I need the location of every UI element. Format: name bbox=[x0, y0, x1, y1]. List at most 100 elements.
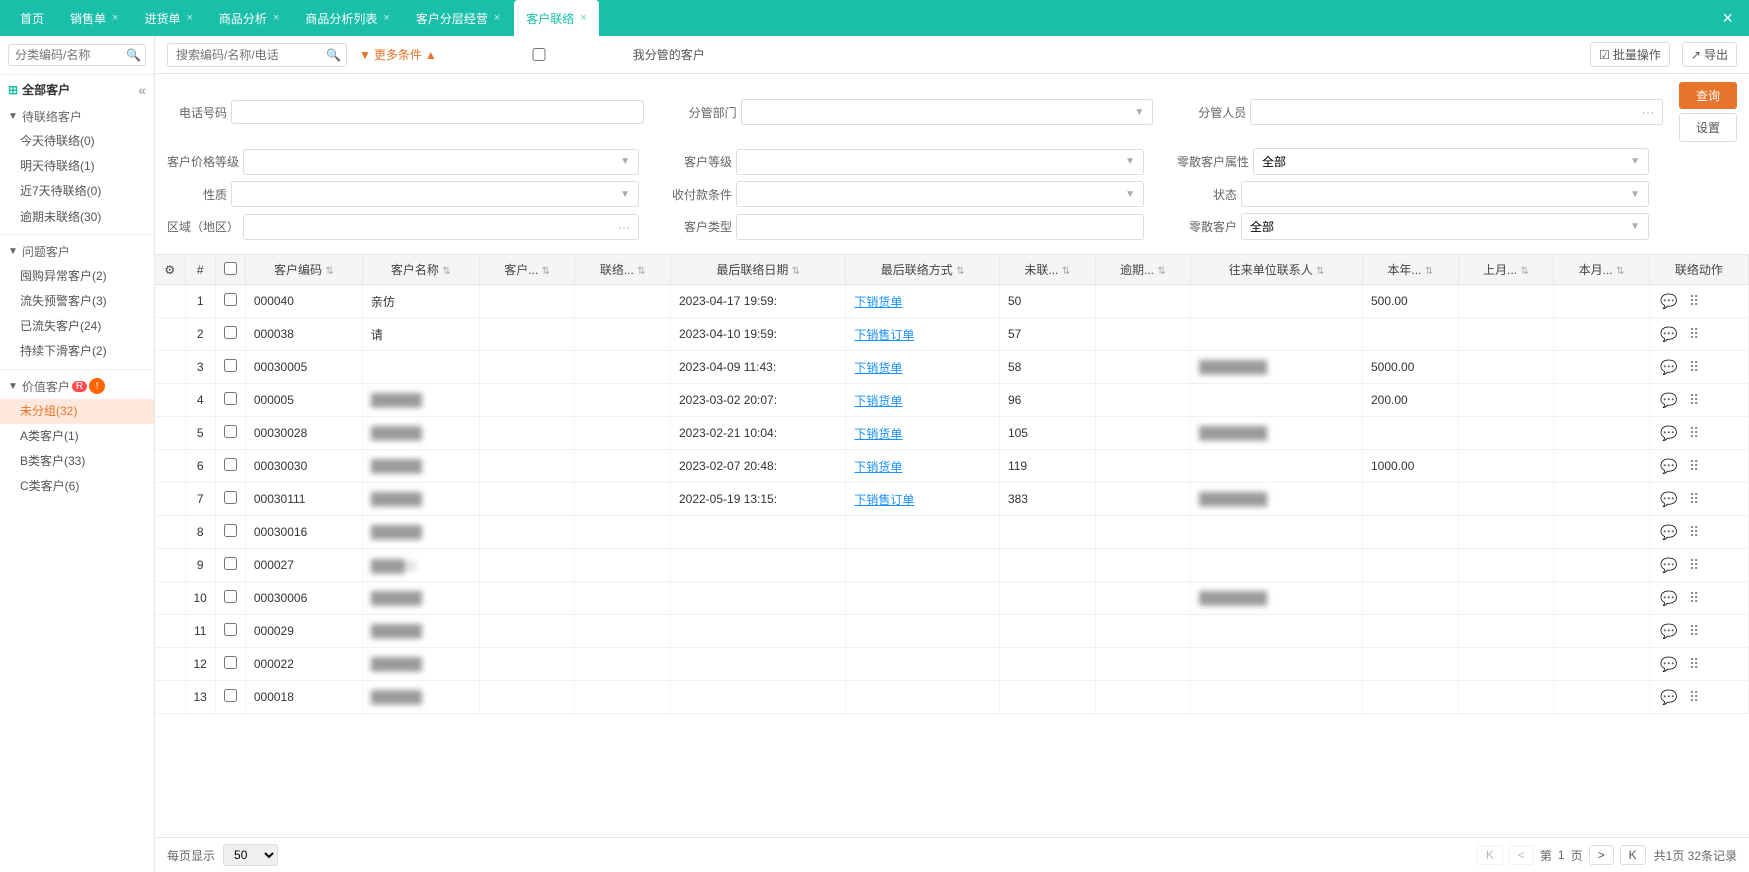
close-icon[interactable]: × bbox=[580, 12, 586, 24]
row-checkbox[interactable] bbox=[224, 689, 237, 702]
page-first-btn[interactable]: K bbox=[1477, 845, 1503, 865]
close-icon[interactable]: × bbox=[494, 12, 500, 24]
this-year-col-header[interactable]: 本年... ⇅ bbox=[1362, 255, 1458, 285]
manager-select[interactable]: ··· bbox=[1250, 99, 1663, 125]
last-contact-way[interactable] bbox=[846, 648, 1000, 681]
last-contact-way[interactable]: 下销货单 bbox=[846, 384, 1000, 417]
row-checkbox[interactable] bbox=[224, 359, 237, 372]
nav-customer-tier[interactable]: 客户分层经营 × bbox=[404, 0, 512, 36]
last-contact-way[interactable]: 下销售订单 bbox=[846, 483, 1000, 516]
more-action-btn[interactable]: ⠿ bbox=[1683, 554, 1705, 576]
last-contact-way[interactable] bbox=[846, 681, 1000, 714]
more-conditions-btn[interactable]: ▼ 更多条件 ▲ bbox=[359, 46, 437, 63]
reset-button[interactable]: 设置 bbox=[1679, 113, 1737, 142]
more-action-btn[interactable]: ⠿ bbox=[1683, 653, 1705, 675]
more-action-btn[interactable]: ⠿ bbox=[1683, 389, 1705, 411]
last-contact-way[interactable] bbox=[846, 516, 1000, 549]
last-contact-way[interactable]: 下销售订单 bbox=[846, 318, 1000, 351]
sidebar-item-abnormal[interactable]: 囤购异常客户(2) bbox=[0, 264, 154, 289]
close-icon[interactable]: × bbox=[186, 12, 192, 24]
more-action-btn[interactable]: ⠿ bbox=[1683, 620, 1705, 642]
contact-btn[interactable]: 💬 bbox=[1658, 653, 1680, 675]
select-all-checkbox[interactable] bbox=[224, 262, 237, 275]
last-contact-way[interactable]: 下销货单 bbox=[846, 285, 1000, 318]
contact-btn[interactable]: 💬 bbox=[1658, 323, 1680, 345]
type-col-header[interactable]: 客户... ⇅ bbox=[479, 255, 575, 285]
nature-select[interactable]: ▼ bbox=[231, 181, 639, 207]
phone-input[interactable] bbox=[231, 100, 644, 124]
last-contact-way[interactable]: 下销货单 bbox=[846, 450, 1000, 483]
settings-col-header[interactable]: ⚙ bbox=[155, 255, 185, 285]
more-action-btn[interactable]: ⠿ bbox=[1683, 587, 1705, 609]
more-action-btn[interactable]: ⠿ bbox=[1683, 686, 1705, 708]
contact-person-col-header[interactable]: 往来单位联系人 ⇅ bbox=[1191, 255, 1363, 285]
code-col-header[interactable]: 客户编码 ⇅ bbox=[245, 255, 362, 285]
page-prev-btn[interactable]: < bbox=[1509, 845, 1534, 865]
more-action-btn[interactable]: ⠿ bbox=[1683, 455, 1705, 477]
my-customers-filter[interactable]: 我分管的客户 bbox=[449, 46, 705, 63]
nav-product-analysis-list[interactable]: 商品分析列表 × bbox=[293, 0, 401, 36]
last-contact-way-col-header[interactable]: 最后联络方式 ⇅ bbox=[846, 255, 1000, 285]
this-month-col-header[interactable]: 本月... ⇅ bbox=[1554, 255, 1650, 285]
nav-customer-contact[interactable]: 客户联络 × bbox=[514, 0, 598, 36]
sidebar-item-c-class[interactable]: C类客户(6) bbox=[0, 474, 154, 499]
row-checkbox[interactable] bbox=[224, 326, 237, 339]
more-action-btn[interactable]: ⠿ bbox=[1683, 323, 1705, 345]
last-contact-way[interactable]: 下销货单 bbox=[846, 417, 1000, 450]
nav-purchase[interactable]: 进货单 × bbox=[132, 0, 204, 36]
collapse-icon[interactable]: « bbox=[138, 82, 146, 98]
sidebar-item-declining[interactable]: 持续下滑客户(2) bbox=[0, 339, 154, 364]
last-contact-date-col-header[interactable]: 最后联络日期 ⇅ bbox=[670, 255, 845, 285]
sidebar-item-overdue[interactable]: 逾期未联络(30) bbox=[0, 205, 154, 230]
contact-btn[interactable]: 💬 bbox=[1658, 620, 1680, 642]
row-checkbox[interactable] bbox=[224, 392, 237, 405]
sidebar-item-a-class[interactable]: A类客户(1) bbox=[0, 424, 154, 449]
contact-col-header[interactable]: 联络... ⇅ bbox=[575, 255, 671, 285]
last-contact-way[interactable]: 下销货单 bbox=[846, 351, 1000, 384]
sidebar-section-value[interactable]: ▼ 价值客户 R ! bbox=[0, 374, 154, 399]
sidebar-item-b-class[interactable]: B类客户(33) bbox=[0, 449, 154, 474]
last-month-col-header[interactable]: 上月... ⇅ bbox=[1458, 255, 1554, 285]
retail-cust-select[interactable]: 全部 ▼ bbox=[1241, 213, 1649, 240]
sidebar-item-tomorrow[interactable]: 明天待联络(1) bbox=[0, 154, 154, 179]
contact-btn[interactable]: 💬 bbox=[1658, 422, 1680, 444]
all-customers-header[interactable]: ⊞ 全部客户 « bbox=[0, 75, 154, 104]
page-last-btn[interactable]: K bbox=[1620, 845, 1646, 865]
page-size-select[interactable]: 50 100 200 bbox=[223, 844, 278, 866]
last-contact-way[interactable] bbox=[846, 549, 1000, 582]
contact-btn[interactable]: 💬 bbox=[1658, 554, 1680, 576]
row-checkbox[interactable] bbox=[224, 557, 237, 570]
sidebar-section-pending[interactable]: ▼ 待联络客户 bbox=[0, 104, 154, 129]
contact-btn[interactable]: 💬 bbox=[1658, 521, 1680, 543]
more-action-btn[interactable]: ⠿ bbox=[1683, 290, 1705, 312]
row-checkbox[interactable] bbox=[224, 458, 237, 471]
price-grade-select[interactable]: ▼ bbox=[243, 149, 639, 175]
export-btn[interactable]: ↗ 导出 bbox=[1682, 42, 1737, 67]
dept-select[interactable]: ▼ bbox=[741, 99, 1154, 125]
contact-btn[interactable]: 💬 bbox=[1658, 290, 1680, 312]
last-contact-way[interactable] bbox=[846, 582, 1000, 615]
sidebar-item-ungroup[interactable]: 未分组(32) bbox=[0, 399, 154, 424]
cust-type-select[interactable] bbox=[736, 214, 1144, 240]
cust-grade-select[interactable]: ▼ bbox=[736, 149, 1144, 175]
close-icon[interactable]: × bbox=[273, 12, 279, 24]
more-action-btn[interactable]: ⠿ bbox=[1683, 422, 1705, 444]
close-icon[interactable]: × bbox=[383, 12, 389, 24]
contact-btn[interactable]: 💬 bbox=[1658, 587, 1680, 609]
region-select[interactable]: ··· bbox=[243, 214, 639, 240]
row-checkbox[interactable] bbox=[224, 656, 237, 669]
more-action-btn[interactable]: ⠿ bbox=[1683, 488, 1705, 510]
nav-sales[interactable]: 销售单 × bbox=[58, 0, 130, 36]
row-checkbox[interactable] bbox=[224, 623, 237, 636]
nav-product-analysis[interactable]: 商品分析 × bbox=[207, 0, 291, 36]
status-select[interactable]: ▼ bbox=[1241, 181, 1649, 207]
page-next-btn[interactable]: > bbox=[1589, 845, 1614, 865]
more-action-btn[interactable]: ⠿ bbox=[1683, 356, 1705, 378]
nav-home[interactable]: 首页 bbox=[8, 0, 56, 36]
sidebar-section-problem[interactable]: ▼ 问题客户 bbox=[0, 239, 154, 264]
contact-btn[interactable]: 💬 bbox=[1658, 356, 1680, 378]
sidebar-item-lost[interactable]: 已流失客户(24) bbox=[0, 314, 154, 339]
name-col-header[interactable]: 客户名称 ⇅ bbox=[362, 255, 479, 285]
sidebar-item-today[interactable]: 今天待联络(0) bbox=[0, 129, 154, 154]
retail-attr-select[interactable]: 全部 ▼ bbox=[1253, 148, 1649, 175]
